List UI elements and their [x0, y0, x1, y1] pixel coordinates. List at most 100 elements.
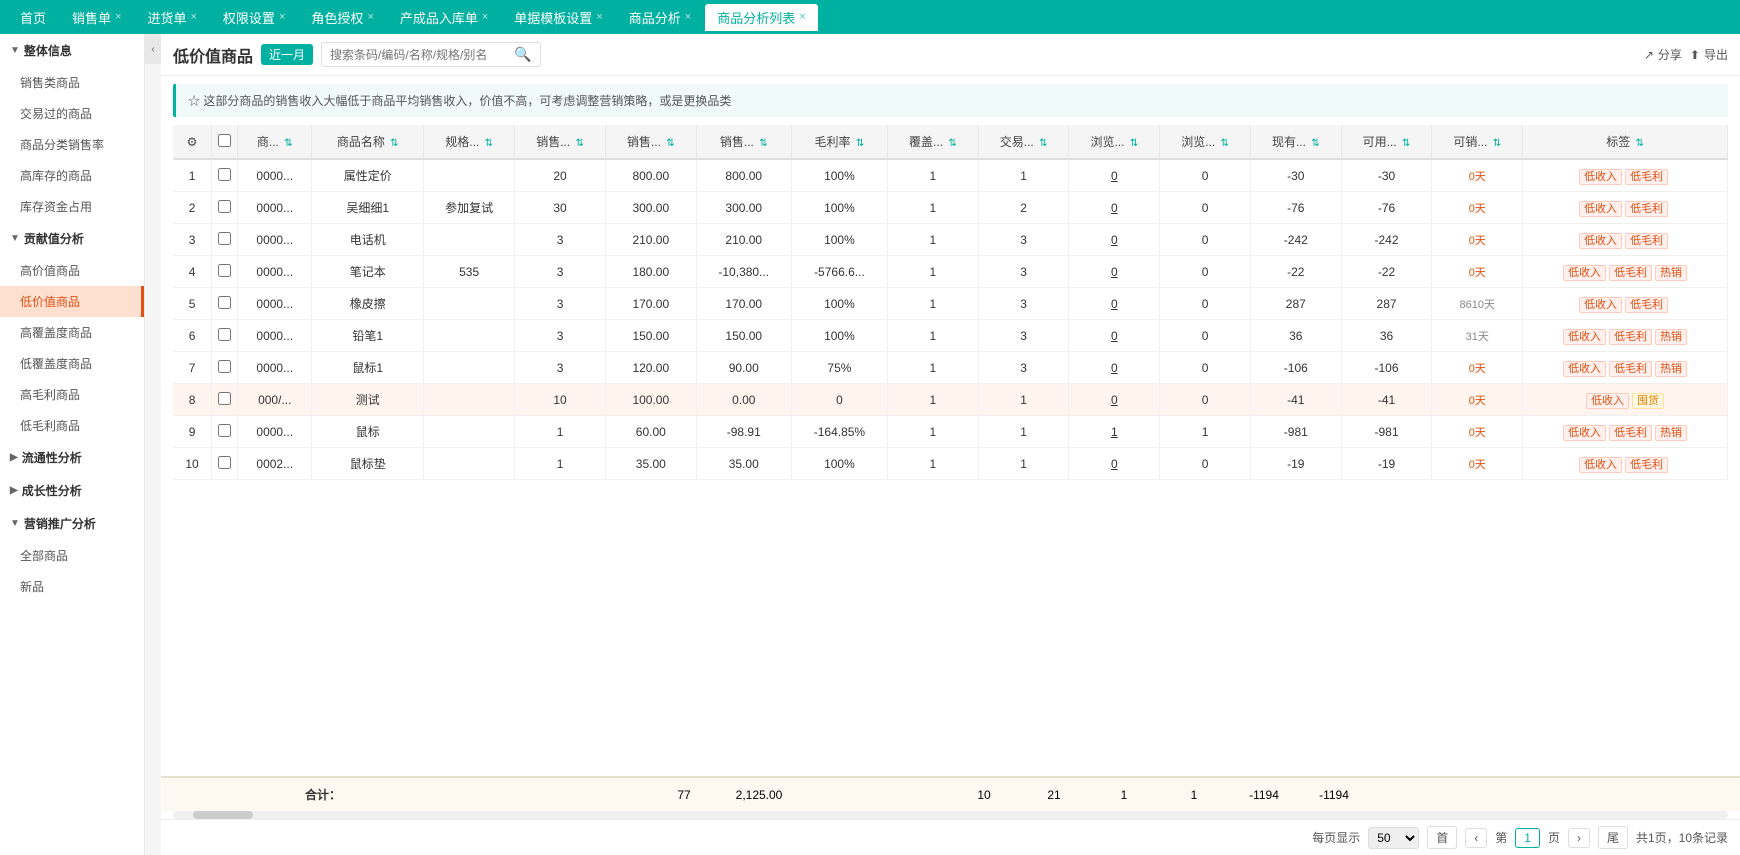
- col-stock[interactable]: 现有... ⇅: [1250, 125, 1341, 159]
- row-checkbox[interactable]: [218, 264, 231, 277]
- row-checkbox-cell[interactable]: [212, 288, 238, 320]
- row-checkbox-cell[interactable]: [212, 159, 238, 192]
- row-checkbox[interactable]: [218, 296, 231, 309]
- browse-link[interactable]: 0: [1111, 329, 1118, 343]
- next-page-btn[interactable]: ›: [1568, 828, 1590, 848]
- sidebar-item-high-margin[interactable]: 高毛利商品: [0, 379, 144, 410]
- row-checkbox-cell[interactable]: [212, 256, 238, 288]
- sidebar-section-marketing[interactable]: ▼ 营销推广分析: [0, 507, 144, 540]
- close-icon[interactable]: ×: [596, 11, 602, 23]
- close-icon[interactable]: ×: [685, 11, 691, 23]
- col-browse1[interactable]: 浏览... ⇅: [1069, 125, 1160, 159]
- col-s3[interactable]: 销售... ⇅: [696, 125, 791, 159]
- row-checkbox-cell[interactable]: [212, 320, 238, 352]
- col-browse2[interactable]: 浏览... ⇅: [1160, 125, 1251, 159]
- row-checkbox-cell[interactable]: [212, 352, 238, 384]
- row-checkbox[interactable]: [218, 200, 231, 213]
- date-tag-btn[interactable]: 近一月: [261, 44, 313, 65]
- share-btn[interactable]: ↗ 分享: [1644, 46, 1682, 63]
- row-browse1[interactable]: 0: [1069, 320, 1160, 352]
- row-checkbox-cell[interactable]: [212, 448, 238, 480]
- nav-role[interactable]: 角色授权 ×: [299, 4, 385, 31]
- col-name[interactable]: 商品名称 ⇅: [312, 125, 424, 159]
- sidebar-section-circulation[interactable]: ▶ 流通性分析: [0, 441, 144, 474]
- sidebar-section-growth[interactable]: ▶ 成长性分析: [0, 474, 144, 507]
- horizontal-scrollbar[interactable]: [173, 811, 1728, 819]
- row-checkbox[interactable]: [218, 392, 231, 405]
- row-checkbox[interactable]: [218, 360, 231, 373]
- row-browse1[interactable]: 0: [1069, 256, 1160, 288]
- nav-template[interactable]: 单据模板设置 ×: [502, 4, 614, 31]
- row-checkbox-cell[interactable]: [212, 224, 238, 256]
- export-btn[interactable]: ⬆ 导出: [1690, 46, 1728, 63]
- col-avail[interactable]: 可用... ⇅: [1341, 125, 1432, 159]
- browse-link[interactable]: 0: [1111, 297, 1118, 311]
- row-browse1[interactable]: 1: [1069, 416, 1160, 448]
- sidebar-item-sales-goods[interactable]: 销售类商品: [0, 67, 144, 98]
- per-page-select[interactable]: 50 100: [1368, 827, 1419, 849]
- col-cover[interactable]: 覆盖... ⇅: [888, 125, 979, 159]
- col-s1[interactable]: 销售... ⇅: [515, 125, 606, 159]
- search-input[interactable]: [330, 48, 510, 62]
- close-icon[interactable]: ×: [482, 11, 488, 23]
- browse-link[interactable]: 0: [1111, 457, 1118, 471]
- sidebar-section-contribution[interactable]: ▼ 贡献值分析: [0, 222, 144, 255]
- prev-page-btn[interactable]: ‹: [1465, 828, 1487, 848]
- row-checkbox[interactable]: [218, 456, 231, 469]
- sidebar-item-low-coverage[interactable]: 低覆盖度商品: [0, 348, 144, 379]
- nav-purchase[interactable]: 进货单 ×: [135, 4, 208, 31]
- sidebar-item-low-value[interactable]: 低价值商品: [0, 286, 144, 317]
- col-gear[interactable]: ⚙: [173, 125, 212, 159]
- browse-link[interactable]: 0: [1111, 233, 1118, 247]
- row-checkbox[interactable]: [218, 168, 231, 181]
- sidebar-item-new-goods[interactable]: 新品: [0, 571, 144, 602]
- col-tags[interactable]: 标签 ⇅: [1523, 125, 1728, 159]
- browse-link[interactable]: 1: [1111, 425, 1118, 439]
- col-trade[interactable]: 交易... ⇅: [978, 125, 1069, 159]
- nav-goods-analysis[interactable]: 商品分析 ×: [617, 4, 703, 31]
- sidebar-item-all-goods[interactable]: 全部商品: [0, 540, 144, 571]
- nav-permission[interactable]: 权限设置 ×: [211, 4, 297, 31]
- close-icon[interactable]: ×: [279, 11, 285, 23]
- row-checkbox[interactable]: [218, 328, 231, 341]
- col-checkbox[interactable]: [212, 125, 238, 159]
- row-browse1[interactable]: 0: [1069, 448, 1160, 480]
- sidebar-item-high-coverage[interactable]: 高覆盖度商品: [0, 317, 144, 348]
- select-all-checkbox[interactable]: [218, 134, 231, 147]
- row-checkbox-cell[interactable]: [212, 416, 238, 448]
- row-browse1[interactable]: 0: [1069, 352, 1160, 384]
- nav-goods-analysis-list[interactable]: 商品分析列表 ×: [705, 4, 817, 31]
- row-browse1[interactable]: 0: [1069, 288, 1160, 320]
- first-page-btn[interactable]: 首: [1427, 826, 1457, 849]
- sidebar-item-traded-goods[interactable]: 交易过的商品: [0, 98, 144, 129]
- browse-link[interactable]: 0: [1111, 265, 1118, 279]
- row-browse1[interactable]: 0: [1069, 192, 1160, 224]
- sidebar-item-high-value[interactable]: 高价值商品: [0, 255, 144, 286]
- browse-link[interactable]: 0: [1111, 361, 1118, 375]
- sidebar-item-capital[interactable]: 库存资金占用: [0, 191, 144, 222]
- col-s2[interactable]: 销售... ⇅: [605, 125, 696, 159]
- nav-sales[interactable]: 销售单 ×: [60, 4, 133, 31]
- search-icon[interactable]: 🔍: [514, 46, 531, 63]
- row-checkbox-cell[interactable]: [212, 192, 238, 224]
- row-checkbox[interactable]: [218, 424, 231, 437]
- nav-instock[interactable]: 产成品入库单 ×: [388, 4, 500, 31]
- col-days[interactable]: 可销... ⇅: [1432, 125, 1523, 159]
- row-browse1[interactable]: 0: [1069, 159, 1160, 192]
- sidebar-item-high-stock[interactable]: 高库存的商品: [0, 160, 144, 191]
- col-code[interactable]: 商... ⇅: [238, 125, 312, 159]
- last-page-btn[interactable]: 尾: [1598, 826, 1628, 849]
- close-icon[interactable]: ×: [190, 11, 196, 23]
- row-checkbox[interactable]: [218, 232, 231, 245]
- browse-link[interactable]: 0: [1111, 201, 1118, 215]
- table-wrapper[interactable]: ⚙ 商... ⇅ 商品名称 ⇅ 规格... ⇅ 销售... ⇅ 销售... ⇅ …: [161, 125, 1740, 776]
- col-margin[interactable]: 毛利率 ⇅: [791, 125, 887, 159]
- row-checkbox-cell[interactable]: [212, 384, 238, 416]
- close-icon[interactable]: ×: [799, 11, 805, 23]
- row-browse1[interactable]: 0: [1069, 224, 1160, 256]
- scrollbar-thumb[interactable]: [193, 811, 253, 819]
- col-spec[interactable]: 规格... ⇅: [424, 125, 515, 159]
- sidebar-section-overview[interactable]: ▼ 整体信息: [0, 34, 144, 67]
- nav-home[interactable]: 首页: [8, 4, 58, 31]
- browse-link[interactable]: 0: [1111, 169, 1118, 183]
